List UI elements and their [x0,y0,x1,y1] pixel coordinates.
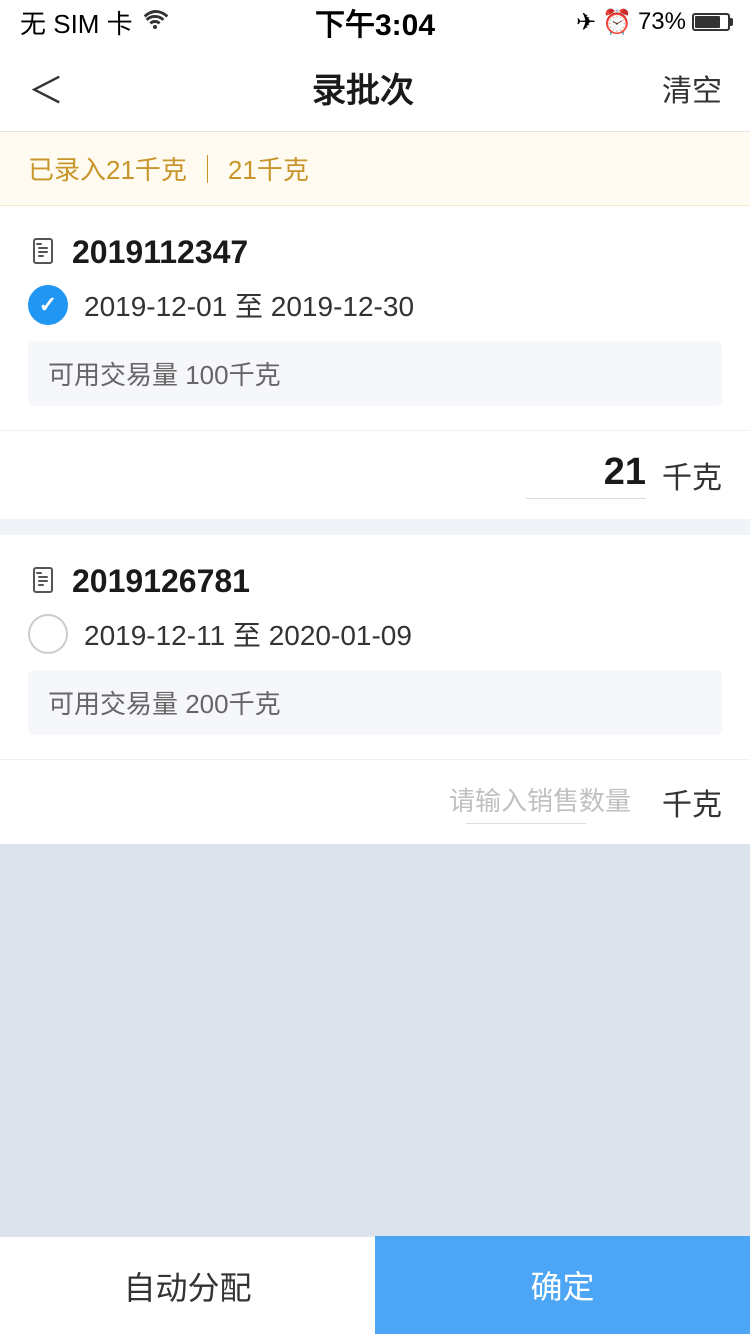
status-left: 无 SIM 卡 [20,4,169,41]
wifi-icon [141,9,169,35]
status-right: ✈ ⏰ 73% [576,8,730,37]
batch2-card: 2019126781 2019-12-11 至 2020-01-09 可用交易量… [0,535,750,844]
confirm-button[interactable]: 确定 [375,1236,750,1334]
batch2-header: 2019126781 [28,563,722,600]
battery-icon [692,13,730,31]
summary-divider [207,155,208,183]
empty-area [0,844,750,1244]
bottom-bar: 自动分配 确定 [0,1236,750,1334]
summary-bar: 已录入21千克 21千克 [0,132,750,206]
batch1-unit: 千克 [662,453,722,497]
nav-bar: ＜ 录批次 清空 [0,44,750,132]
batch1-date-row[interactable]: 2019-12-01 至 2019-12-30 [28,285,722,325]
batch1-input-row: 21 千克 [0,430,750,519]
page-title: 录批次 [312,63,414,112]
total-label: 21千克 [228,150,309,187]
batch2-date: 2019-12-11 至 2020-01-09 [84,614,412,654]
batch2-input-row[interactable]: 千克 [0,759,750,844]
battery-percent: 73% [638,8,686,36]
clear-button[interactable]: 清空 [662,66,722,110]
section-divider [0,519,750,535]
batch2-radio[interactable] [28,614,68,654]
batch1-available: 可用交易量 100千克 [28,341,722,406]
location-icon: ✈ [576,8,596,37]
status-time: 下午3:04 [315,0,435,44]
batch1-radio[interactable] [28,285,68,325]
batch2-doc-icon [28,564,64,600]
batch2-qty-input[interactable] [406,780,646,819]
alarm-icon: ⏰ [602,8,632,37]
batch2-id: 2019126781 [72,563,250,600]
batch1-id: 2019112347 [72,234,248,271]
batch1-header: 2019112347 [28,234,722,271]
batch2-available: 可用交易量 200千克 [28,670,722,735]
batch1-doc-icon [28,235,64,271]
batch1-qty-value: 21 [604,451,646,494]
auto-distribute-button[interactable]: 自动分配 [0,1236,375,1334]
batch2-unit: 千克 [662,780,722,824]
batch1-card: 2019112347 2019-12-01 至 2019-12-30 可用交易量… [0,206,750,519]
back-button[interactable]: ＜ [28,62,64,114]
carrier-label: 无 SIM 卡 [20,4,133,41]
batch1-date: 2019-12-01 至 2019-12-30 [84,285,414,325]
status-bar: 无 SIM 卡 下午3:04 ✈ ⏰ 73% [0,0,750,44]
batch2-date-row[interactable]: 2019-12-11 至 2020-01-09 [28,614,722,654]
recorded-label: 已录入21千克 [28,150,187,187]
